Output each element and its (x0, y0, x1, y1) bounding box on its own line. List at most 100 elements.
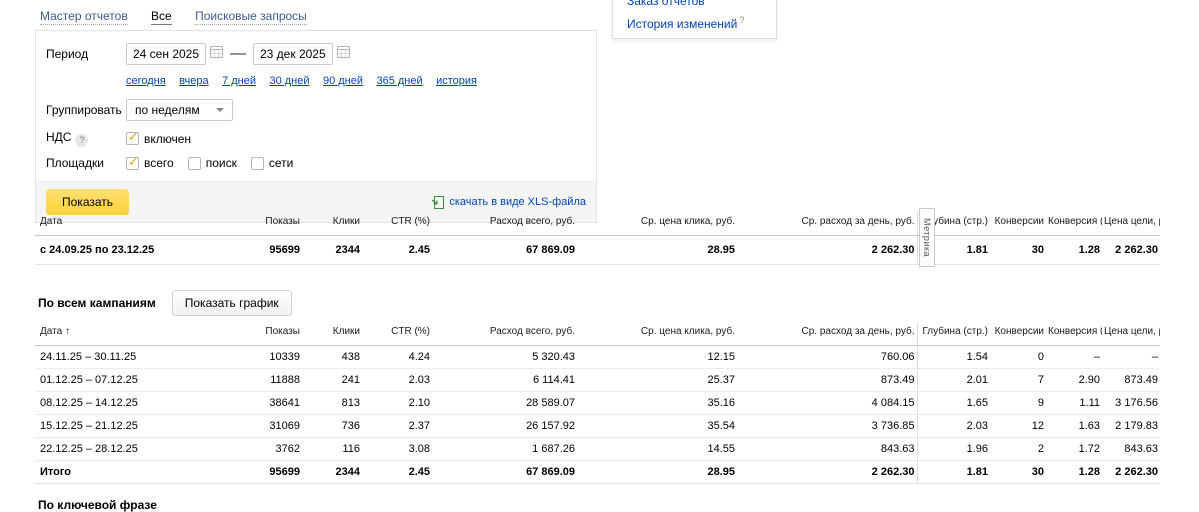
column-header[interactable]: Ср. расход за день, руб. (737, 212, 917, 236)
table-cell: 1 687.26 (432, 437, 577, 461)
chevron-down-icon (215, 108, 224, 112)
summary-header-row: Дата Показы Клики CTR (%) Расход всего, руб.… (35, 212, 1160, 236)
report-filter-panel: Период — сегодня вчера 7 дней 30 дней 90… (35, 30, 597, 223)
campaigns-section-header: По всем кампаниям Показать график (38, 290, 292, 316)
column-header[interactable]: Расход всего, руб. (432, 212, 577, 236)
table-cell: 813 (302, 391, 362, 415)
column-header[interactable]: Конверсии (990, 322, 1046, 346)
table-cell: 2.10 (362, 391, 432, 415)
table-cell: 1.63 (1046, 414, 1102, 438)
table-cell: 28.95 (577, 235, 737, 265)
table-cell: 0 (990, 345, 1046, 369)
column-header[interactable]: Клики (302, 322, 362, 346)
checkbox-checked: ✓ (126, 153, 139, 170)
help-icon[interactable]: ? (739, 15, 744, 25)
vat-checkbox[interactable]: ✓ включен (126, 129, 192, 146)
tab-search-queries[interactable]: Поисковые запросы (195, 9, 307, 25)
summary-table-section: Дата Показы Клики CTR (%) Расход всего, руб.… (35, 208, 1160, 267)
table-cell: 12.15 (577, 345, 737, 369)
column-header[interactable]: Цена цели, руб. (1102, 212, 1160, 236)
table-row: 22.12.25 – 28.12.25 3762 116 3.08 1 687.26 14… (35, 437, 1160, 461)
checkbox-unchecked (250, 156, 264, 170)
column-header[interactable]: Глубина (стр.) (916, 322, 990, 346)
show-chart-button[interactable]: Показать график (171, 290, 292, 316)
platform-total-checkbox[interactable]: ✓ всего (126, 153, 174, 170)
change-history-link[interactable]: История изменений (627, 17, 737, 31)
table-cell: 26 157.92 (432, 414, 577, 438)
column-header[interactable]: Дата ↑ (35, 322, 232, 346)
platform-networks-checkbox[interactable]: сети (250, 156, 293, 170)
xls-icon (431, 195, 445, 209)
table-cell: 736 (302, 414, 362, 438)
summary-table: Дата Показы Клики CTR (%) Расход всего, руб.… (35, 212, 1160, 265)
quick-range-today[interactable]: сегодня (126, 75, 166, 87)
column-header[interactable]: Конверсия (%) (1046, 322, 1102, 346)
table-cell: 30 (990, 460, 1046, 484)
table-cell: Итого (35, 460, 232, 484)
quick-range-yesterday[interactable]: вчера (179, 75, 208, 87)
quick-range-365days[interactable]: 365 дней (376, 75, 422, 87)
table-cell: 873.49 (1102, 368, 1160, 392)
quick-range-history[interactable]: история (436, 75, 477, 87)
table-cell: 67 869.09 (432, 235, 577, 265)
table-cell: 31069 (232, 414, 302, 438)
metrika-tab[interactable]: Метрика (919, 208, 935, 267)
column-header[interactable]: Дата (35, 212, 232, 236)
tab-all[interactable]: Все (151, 9, 172, 25)
table-row: 24.11.25 – 30.11.25 10339 438 4.24 5 320.43 1… (35, 345, 1160, 369)
date-range-dash: — (230, 45, 246, 62)
table-cell: 38641 (232, 391, 302, 415)
table-cell: 25.37 (577, 368, 737, 392)
vat-help-icon[interactable]: ? (75, 134, 89, 147)
quick-range-90days[interactable]: 90 дней (323, 75, 363, 87)
table-cell: 5 320.43 (432, 345, 577, 369)
column-header[interactable]: Расход всего, руб. (432, 322, 577, 346)
table-cell: 3 736.85 (737, 414, 917, 438)
table-row: 15.12.25 – 21.12.25 31069 736 2.37 26 157.92… (35, 414, 1160, 438)
campaigns-table-section: Дата ↑ Показы Клики CTR (%) Расход всего, ру… (35, 322, 1160, 484)
column-header[interactable]: CTR (%) (362, 212, 432, 236)
platform-search-checkbox[interactable]: поиск (187, 156, 237, 170)
table-cell: 12 (990, 414, 1046, 438)
table-cell: 3762 (232, 437, 302, 461)
download-xls-link[interactable]: скачать в виде XLS-файла (431, 195, 586, 209)
column-header[interactable]: Конверсии (990, 212, 1046, 236)
table-cell: 10339 (232, 345, 302, 369)
platforms-label: Площадки (46, 156, 104, 170)
group-by-select[interactable]: по неделям (126, 99, 233, 121)
column-header[interactable]: CTR (%) (362, 322, 432, 346)
quick-range-7days[interactable]: 7 дней (222, 75, 256, 87)
column-header[interactable]: Ср. расход за день, руб. (737, 322, 917, 346)
check-icon: ✓ (128, 153, 139, 169)
column-header[interactable]: Цена цели, руб. (1102, 322, 1160, 346)
table-cell: 67 869.09 (432, 460, 577, 484)
column-header[interactable]: Показы (232, 212, 302, 236)
column-header[interactable]: Конверсия (%) (1046, 212, 1102, 236)
table-cell: 24.11.25 – 30.11.25 (35, 345, 232, 369)
table-cell: 2 262.30 (737, 235, 917, 265)
vat-option-label: включен (144, 131, 192, 146)
date-from-input[interactable] (126, 43, 206, 65)
table-cell: 2344 (302, 460, 362, 484)
quick-range-30days[interactable]: 30 дней (269, 75, 309, 87)
vat-label: НДС? (46, 130, 126, 147)
column-header[interactable]: Показы (232, 322, 302, 346)
calendar-icon[interactable] (337, 45, 350, 63)
order-reports-link[interactable]: Заказ отчетов (627, 0, 705, 8)
tab-report-wizard[interactable]: Мастер отчетов (40, 9, 128, 25)
column-header[interactable]: Ср. цена клика, руб. (577, 212, 737, 236)
table-cell: 1.28 (1046, 460, 1102, 484)
table-cell: 95699 (232, 460, 302, 484)
table-cell: 2 262.30 (1102, 235, 1160, 265)
table-cell: 2 262.30 (1102, 460, 1160, 484)
column-header[interactable]: Ср. цена клика, руб. (577, 322, 737, 346)
table-cell: 873.49 (737, 368, 917, 392)
check-icon: ✓ (128, 129, 139, 144)
date-to-input[interactable] (253, 43, 333, 65)
table-cell: – (1102, 345, 1160, 369)
calendar-icon[interactable] (210, 45, 223, 63)
table-cell: 15.12.25 – 21.12.25 (35, 414, 232, 438)
next-section-title: По ключевой фразе (38, 498, 157, 512)
metrika-tab-label: Метрика (922, 217, 932, 258)
column-header[interactable]: Клики (302, 212, 362, 236)
